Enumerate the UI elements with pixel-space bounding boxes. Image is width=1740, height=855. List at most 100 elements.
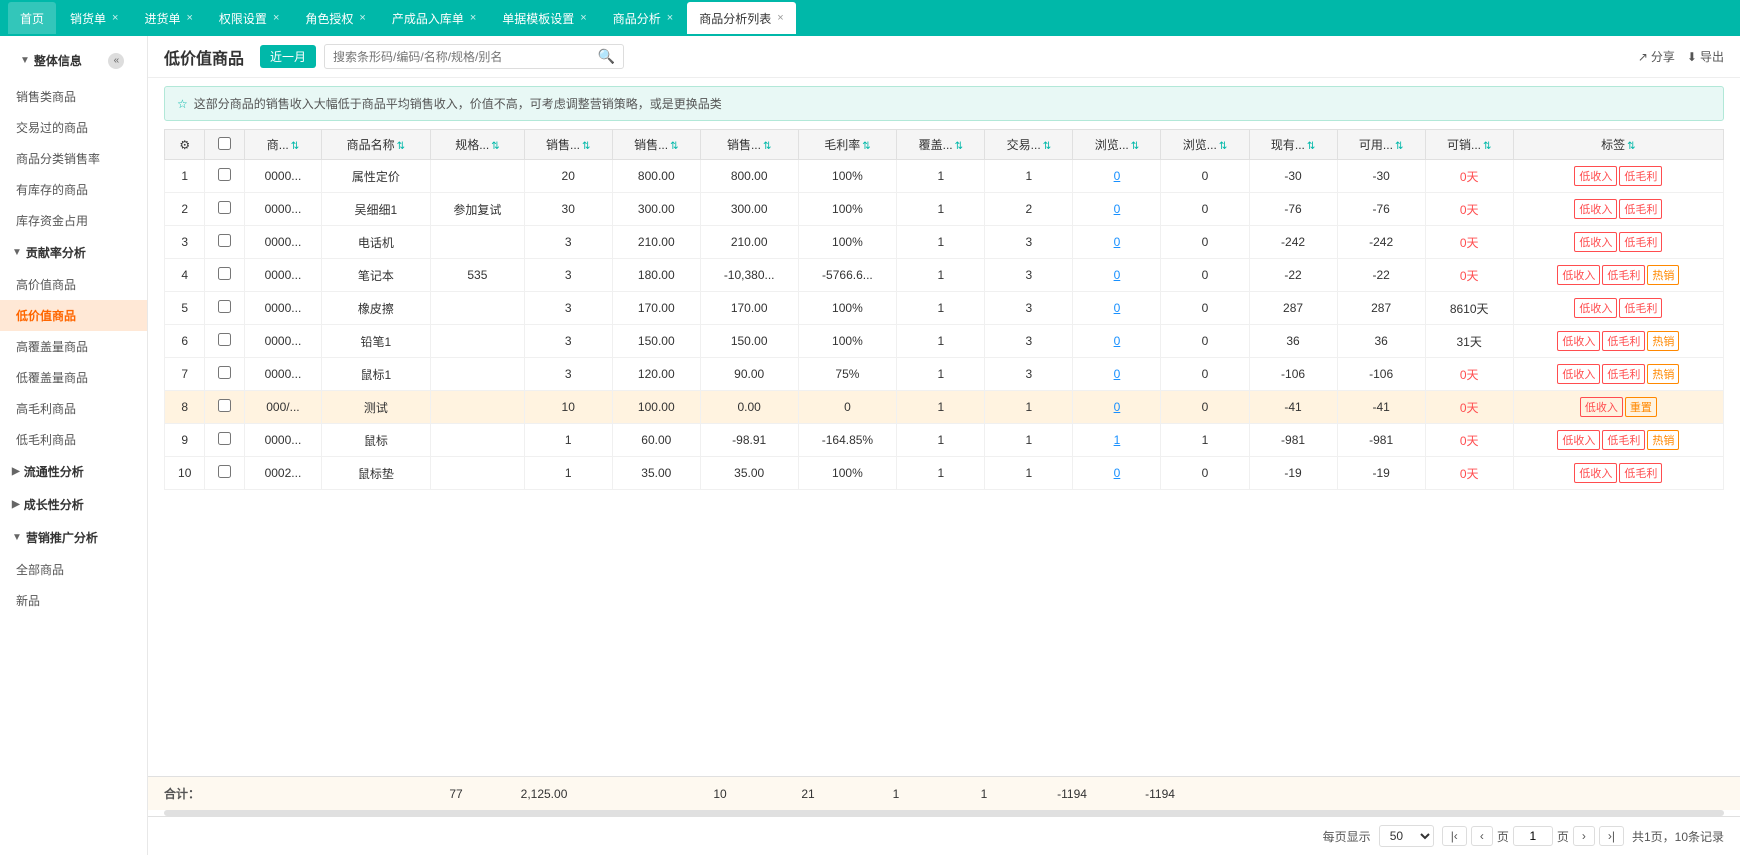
sidebar-item-all-goods[interactable]: 全部商品 xyxy=(0,554,147,585)
sidebar-item-stock-goods[interactable]: 有库存的商品 xyxy=(0,174,147,205)
sidebar-collapse-btn[interactable]: « xyxy=(108,53,124,69)
row-no: 3 xyxy=(165,226,205,259)
filter-month-btn[interactable]: 近一月 xyxy=(260,45,316,68)
row-stock: 36 xyxy=(1249,325,1337,358)
sidebar-item-new-goods[interactable]: 新品 xyxy=(0,585,147,616)
nav-tab-3[interactable]: 角色授权 × xyxy=(293,2,377,34)
export-button[interactable]: ⬇ 导出 xyxy=(1687,48,1724,65)
tab-label-1: 进货单 xyxy=(144,10,180,27)
tab-close-4[interactable]: × xyxy=(470,12,476,24)
row-select-checkbox[interactable] xyxy=(218,333,231,346)
row-select-checkbox[interactable] xyxy=(218,465,231,478)
next-page-btn[interactable]: › xyxy=(1573,826,1595,846)
days-value: 0天 xyxy=(1460,236,1479,250)
share-button[interactable]: ↗ 分享 xyxy=(1638,48,1675,65)
first-page-btn[interactable]: |‹ xyxy=(1442,826,1467,846)
row-saleable: 0天 xyxy=(1425,424,1513,457)
sidebar-group-overall[interactable]: ▼ 整体信息 xyxy=(8,44,94,77)
tab-close-3[interactable]: × xyxy=(359,12,365,24)
row-browse2: 0 xyxy=(1161,193,1249,226)
browse-link[interactable]: 1 xyxy=(1114,433,1121,447)
sidebar-group-marketing[interactable]: ▼ 营销推广分析 xyxy=(0,521,147,554)
page-input[interactable] xyxy=(1513,826,1553,846)
content-area: 低价值商品 近一月 🔍 ↗ 分享 ⬇ 导出 ☆ 这部分商品的销售收入大幅低于商品… xyxy=(148,36,1740,855)
browse-link[interactable]: 0 xyxy=(1114,400,1121,414)
browse-link[interactable]: 0 xyxy=(1114,235,1121,249)
sidebar-group-circulation[interactable]: ▶ 流通性分析 xyxy=(0,455,147,488)
tab-close-1[interactable]: × xyxy=(186,12,192,24)
row-checkbox[interactable] xyxy=(205,325,245,358)
row-usable: -19 xyxy=(1337,457,1425,490)
nav-tab-1[interactable]: 进货单 × xyxy=(132,2,204,34)
browse-link[interactable]: 0 xyxy=(1114,334,1121,348)
tab-close-5[interactable]: × xyxy=(580,12,586,24)
page-size-select[interactable]: 50 100 200 xyxy=(1379,825,1434,847)
browse-link[interactable]: 0 xyxy=(1114,466,1121,480)
row-tags: 低收入低毛利热销 xyxy=(1513,325,1723,358)
sidebar-item-low-coverage[interactable]: 低覆盖量商品 xyxy=(0,362,147,393)
row-select-checkbox[interactable] xyxy=(218,201,231,214)
sidebar-item-low-gross[interactable]: 低毛利商品 xyxy=(0,424,147,455)
days-value: 0天 xyxy=(1460,467,1479,481)
nav-home[interactable]: 首页 xyxy=(8,2,56,34)
data-table: ⚙ 商...⇅ 商品名称⇅ 规格...⇅ 销售...⇅ 销售...⇅ 销售...… xyxy=(164,129,1724,490)
nav-tab-0[interactable]: 销货单 × xyxy=(58,2,130,34)
browse-link[interactable]: 0 xyxy=(1114,367,1121,381)
row-select-checkbox[interactable] xyxy=(218,399,231,412)
row-cover: 1 xyxy=(897,160,985,193)
select-all-checkbox[interactable] xyxy=(218,137,231,150)
nav-tab-4[interactable]: 产成品入库单 × xyxy=(380,2,488,34)
row-checkbox[interactable] xyxy=(205,160,245,193)
row-qty: 20 xyxy=(524,160,612,193)
last-page-btn[interactable]: ›| xyxy=(1599,826,1624,846)
browse-link[interactable]: 0 xyxy=(1114,268,1121,282)
nav-tab-7[interactable]: 商品分析列表 × xyxy=(687,2,795,34)
sidebar-item-high-gross[interactable]: 高毛利商品 xyxy=(0,393,147,424)
row-checkbox[interactable] xyxy=(205,391,245,424)
row-checkbox[interactable] xyxy=(205,193,245,226)
nav-tab-5[interactable]: 单据模板设置 × xyxy=(490,2,598,34)
tab-close-2[interactable]: × xyxy=(273,12,279,24)
row-saleable: 31天 xyxy=(1425,325,1513,358)
sidebar-item-high-value[interactable]: 高价值商品 xyxy=(0,269,147,300)
row-checkbox[interactable] xyxy=(205,358,245,391)
sidebar-item-sale-goods[interactable]: 销售类商品 xyxy=(0,81,147,112)
browse-link[interactable]: 0 xyxy=(1114,169,1121,183)
nav-tab-6[interactable]: 商品分析 × xyxy=(601,2,685,34)
sidebar-item-stock-capital[interactable]: 库存资金占用 xyxy=(0,205,147,236)
row-select-checkbox[interactable] xyxy=(218,432,231,445)
sidebar-group-contribution[interactable]: ▼ 贡献率分析 xyxy=(0,236,147,269)
row-checkbox[interactable] xyxy=(205,226,245,259)
row-select-checkbox[interactable] xyxy=(218,366,231,379)
col-settings[interactable]: ⚙ xyxy=(165,130,205,160)
row-select-checkbox[interactable] xyxy=(218,267,231,280)
row-checkbox[interactable] xyxy=(205,259,245,292)
col-checkbox[interactable] xyxy=(205,130,245,160)
row-checkbox[interactable] xyxy=(205,424,245,457)
sidebar-group-growth[interactable]: ▶ 成长性分析 xyxy=(0,488,147,521)
tag: 低收入 xyxy=(1557,430,1600,450)
prev-page-btn[interactable]: ‹ xyxy=(1471,826,1493,846)
browse-link[interactable]: 0 xyxy=(1114,202,1121,216)
row-select-checkbox[interactable] xyxy=(218,168,231,181)
row-checkbox[interactable] xyxy=(205,457,245,490)
row-saleable: 0天 xyxy=(1425,457,1513,490)
sidebar-item-category-rate[interactable]: 商品分类销售率 xyxy=(0,143,147,174)
row-browse2: 0 xyxy=(1161,358,1249,391)
tab-label-6: 商品分析 xyxy=(613,10,661,27)
row-select-checkbox[interactable] xyxy=(218,300,231,313)
tab-close-0[interactable]: × xyxy=(112,12,118,24)
row-trade: 3 xyxy=(985,358,1073,391)
total-info: 共1页，10条记录 xyxy=(1632,828,1724,845)
sidebar-item-traded-goods[interactable]: 交易过的商品 xyxy=(0,112,147,143)
sidebar-item-high-coverage[interactable]: 高覆盖量商品 xyxy=(0,331,147,362)
row-select-checkbox[interactable] xyxy=(218,234,231,247)
tab-close-6[interactable]: × xyxy=(667,12,673,24)
row-checkbox[interactable] xyxy=(205,292,245,325)
sidebar-item-low-value[interactable]: 低价值商品 xyxy=(0,300,147,331)
browse-link[interactable]: 0 xyxy=(1114,301,1121,315)
tab-close-7[interactable]: × xyxy=(777,12,783,24)
nav-tab-2[interactable]: 权限设置 × xyxy=(207,2,291,34)
row-sale1: 210.00 xyxy=(612,226,700,259)
search-input[interactable] xyxy=(333,50,598,64)
